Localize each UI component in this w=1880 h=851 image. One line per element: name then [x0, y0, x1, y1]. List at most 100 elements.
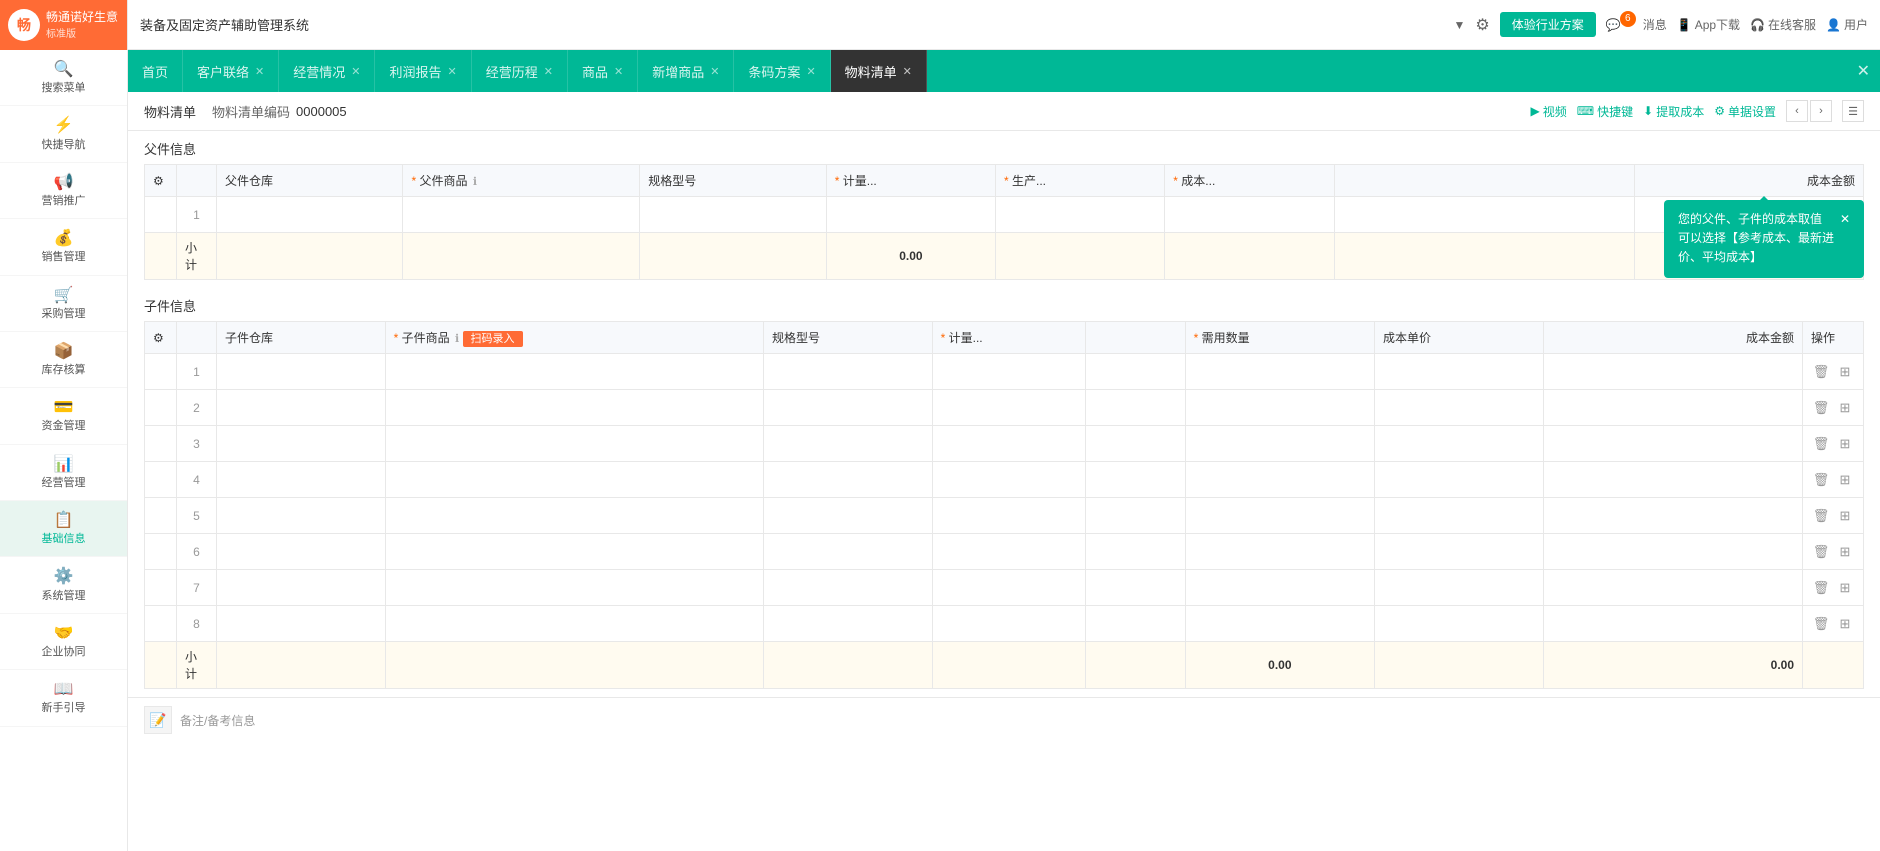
- parent-row1-spec[interactable]: [640, 197, 826, 233]
- parent-row1-production[interactable]: [996, 197, 1165, 233]
- sidebar-item-basic-info[interactable]: 📋 基础信息: [0, 501, 127, 557]
- copy-icon-row1[interactable]: ⊞: [1835, 362, 1855, 382]
- single-settings-btn[interactable]: ⚙ 单据设置: [1714, 103, 1776, 120]
- child-row1-qty[interactable]: [1185, 354, 1374, 390]
- tab-new-goods-close[interactable]: ✕: [710, 65, 719, 78]
- tab-goods-close[interactable]: ✕: [614, 65, 623, 78]
- child-row1-goods[interactable]: [385, 354, 763, 390]
- quick-nav-icon: ⚡: [54, 116, 74, 135]
- parent-col-settings[interactable]: ⚙: [145, 165, 177, 197]
- sidebar-item-quick-nav[interactable]: ⚡ 快捷导航: [0, 106, 127, 162]
- tab-close-all[interactable]: ✕: [1847, 61, 1880, 81]
- parent-col-spacer: [1334, 165, 1634, 197]
- tab-profit-close[interactable]: ✕: [448, 65, 457, 78]
- delete-icon-row5[interactable]: 🗑: [1811, 506, 1831, 526]
- bottom-bar: 📝 备注/备考信息: [128, 697, 1880, 742]
- extract-icon: ⬇: [1643, 104, 1653, 118]
- sidebar-item-operations[interactable]: 📊 经营管理: [0, 445, 127, 501]
- sidebar-item-system[interactable]: ⚙️ 系统管理: [0, 557, 127, 613]
- purchase-icon: 🛒: [54, 286, 74, 305]
- sidebar-item-marketing[interactable]: 📢 营销推广: [0, 163, 127, 219]
- tab-barcode-close[interactable]: ✕: [806, 65, 815, 78]
- tab-history-close[interactable]: ✕: [544, 65, 553, 78]
- prev-arrow[interactable]: ‹: [1786, 100, 1808, 122]
- copy-icon-row7[interactable]: ⊞: [1835, 578, 1855, 598]
- app-download-link[interactable]: 📱 App下载: [1677, 16, 1740, 33]
- sidebar-item-finance[interactable]: 💳 资金管理: [0, 388, 127, 444]
- parent-subtotal-spacer: [1334, 233, 1634, 280]
- parent-subtotal-spec: [640, 233, 826, 280]
- parent-row1-cost[interactable]: [1165, 197, 1334, 233]
- tooltip-close-btn[interactable]: ✕: [1840, 210, 1850, 229]
- delete-icon-row6[interactable]: 🗑: [1811, 542, 1831, 562]
- copy-icon-row5[interactable]: ⊞: [1835, 506, 1855, 526]
- child-row1-spec[interactable]: [764, 354, 933, 390]
- child-col-settings[interactable]: ⚙: [145, 322, 177, 354]
- delete-icon-row1[interactable]: 🗑: [1811, 362, 1831, 382]
- bottom-doc-icon[interactable]: 📝: [144, 706, 172, 734]
- child-row2-unit[interactable]: [932, 390, 1085, 426]
- child-row2-spec[interactable]: [764, 390, 933, 426]
- copy-icon-row8[interactable]: ⊞: [1835, 614, 1855, 634]
- parent-row-1: 1: [145, 197, 1864, 233]
- settings-gear-icon[interactable]: ⚙: [1475, 15, 1489, 35]
- child-row-2: 2 🗑 ⊞: [145, 390, 1864, 426]
- child-row2-warehouse[interactable]: [217, 390, 386, 426]
- scan-input-btn[interactable]: 扫码录入: [463, 331, 523, 347]
- view-video-btn[interactable]: ▶ 视频: [1531, 103, 1567, 120]
- child-row1-warehouse[interactable]: [217, 354, 386, 390]
- tab-goods[interactable]: 商品 ✕: [568, 50, 638, 92]
- tab-history[interactable]: 经营历程 ✕: [472, 50, 568, 92]
- sidebar-item-search[interactable]: 🔍 搜索菜单: [0, 50, 127, 106]
- shortcut-btn[interactable]: ⌨ 快捷键: [1577, 103, 1633, 120]
- parent-row1-unit[interactable]: [826, 197, 995, 233]
- grid-view-btn[interactable]: ☰: [1842, 100, 1864, 122]
- copy-icon-row3[interactable]: ⊞: [1835, 434, 1855, 454]
- copy-icon-row4[interactable]: ⊞: [1835, 470, 1855, 490]
- child-goods-info-icon[interactable]: ℹ: [455, 333, 459, 345]
- child-row2-goods[interactable]: [385, 390, 763, 426]
- user-avatar[interactable]: 👤 用户: [1826, 16, 1868, 33]
- parent-subtotal-cost: [1165, 233, 1334, 280]
- download-icon: 📱: [1677, 18, 1692, 32]
- video-icon: ▶: [1531, 104, 1540, 118]
- delete-icon-row7[interactable]: 🗑: [1811, 578, 1831, 598]
- sidebar-item-sales[interactable]: 💰 销售管理: [0, 219, 127, 275]
- tab-customer-close[interactable]: ✕: [255, 65, 264, 78]
- extract-cost-btn[interactable]: ⬇ 提取成本: [1643, 103, 1704, 120]
- child-row1-action: 🗑 ⊞: [1803, 354, 1864, 390]
- tab-bom[interactable]: 物料清单 ✕: [831, 50, 927, 92]
- copy-icon-row2[interactable]: ⊞: [1835, 398, 1855, 418]
- topbar-dropdown[interactable]: ▼: [1454, 18, 1466, 32]
- delete-icon-row3[interactable]: 🗑: [1811, 434, 1831, 454]
- child-row2-unit-cost[interactable]: [1375, 390, 1544, 426]
- parent-goods-info-icon[interactable]: ℹ: [473, 176, 477, 188]
- parent-row1-goods[interactable]: [403, 197, 640, 233]
- online-service-link[interactable]: 🎧 在线客服: [1750, 16, 1816, 33]
- copy-icon-row6[interactable]: ⊞: [1835, 542, 1855, 562]
- experience-btn[interactable]: 体验行业方案: [1500, 12, 1596, 37]
- tab-barcode[interactable]: 条码方案 ✕: [734, 50, 830, 92]
- child-row2-qty[interactable]: [1185, 390, 1374, 426]
- child-row1-unit[interactable]: [932, 354, 1085, 390]
- parent-row1-warehouse[interactable]: [217, 197, 403, 233]
- sidebar-item-enterprise[interactable]: 🤝 企业协同: [0, 614, 127, 670]
- tab-profit[interactable]: 利润报告 ✕: [375, 50, 471, 92]
- parent-col-production: * 生产...: [996, 165, 1165, 197]
- tab-operation-close[interactable]: ✕: [351, 65, 360, 78]
- delete-icon-row8[interactable]: 🗑: [1811, 614, 1831, 634]
- delete-icon-row2[interactable]: 🗑: [1811, 398, 1831, 418]
- tab-new-goods[interactable]: 新增商品 ✕: [638, 50, 734, 92]
- tab-home[interactable]: 首页: [128, 50, 183, 92]
- child-row1-unit-cost[interactable]: [1375, 354, 1544, 390]
- sidebar-item-inventory[interactable]: 📦 库存核算: [0, 332, 127, 388]
- delete-icon-row4[interactable]: 🗑: [1811, 470, 1831, 490]
- message-icon-group[interactable]: 💬 6 消息: [1606, 16, 1667, 33]
- tab-bom-close[interactable]: ✕: [903, 65, 912, 78]
- next-arrow[interactable]: ›: [1810, 100, 1832, 122]
- child-col-cost-amount: 成本金额: [1543, 322, 1802, 354]
- sidebar-item-guide[interactable]: 📖 新手引导: [0, 670, 127, 726]
- sidebar-item-purchase[interactable]: 🛒 采购管理: [0, 276, 127, 332]
- tab-customer[interactable]: 客户联络 ✕: [183, 50, 279, 92]
- tab-operation[interactable]: 经营情况 ✕: [279, 50, 375, 92]
